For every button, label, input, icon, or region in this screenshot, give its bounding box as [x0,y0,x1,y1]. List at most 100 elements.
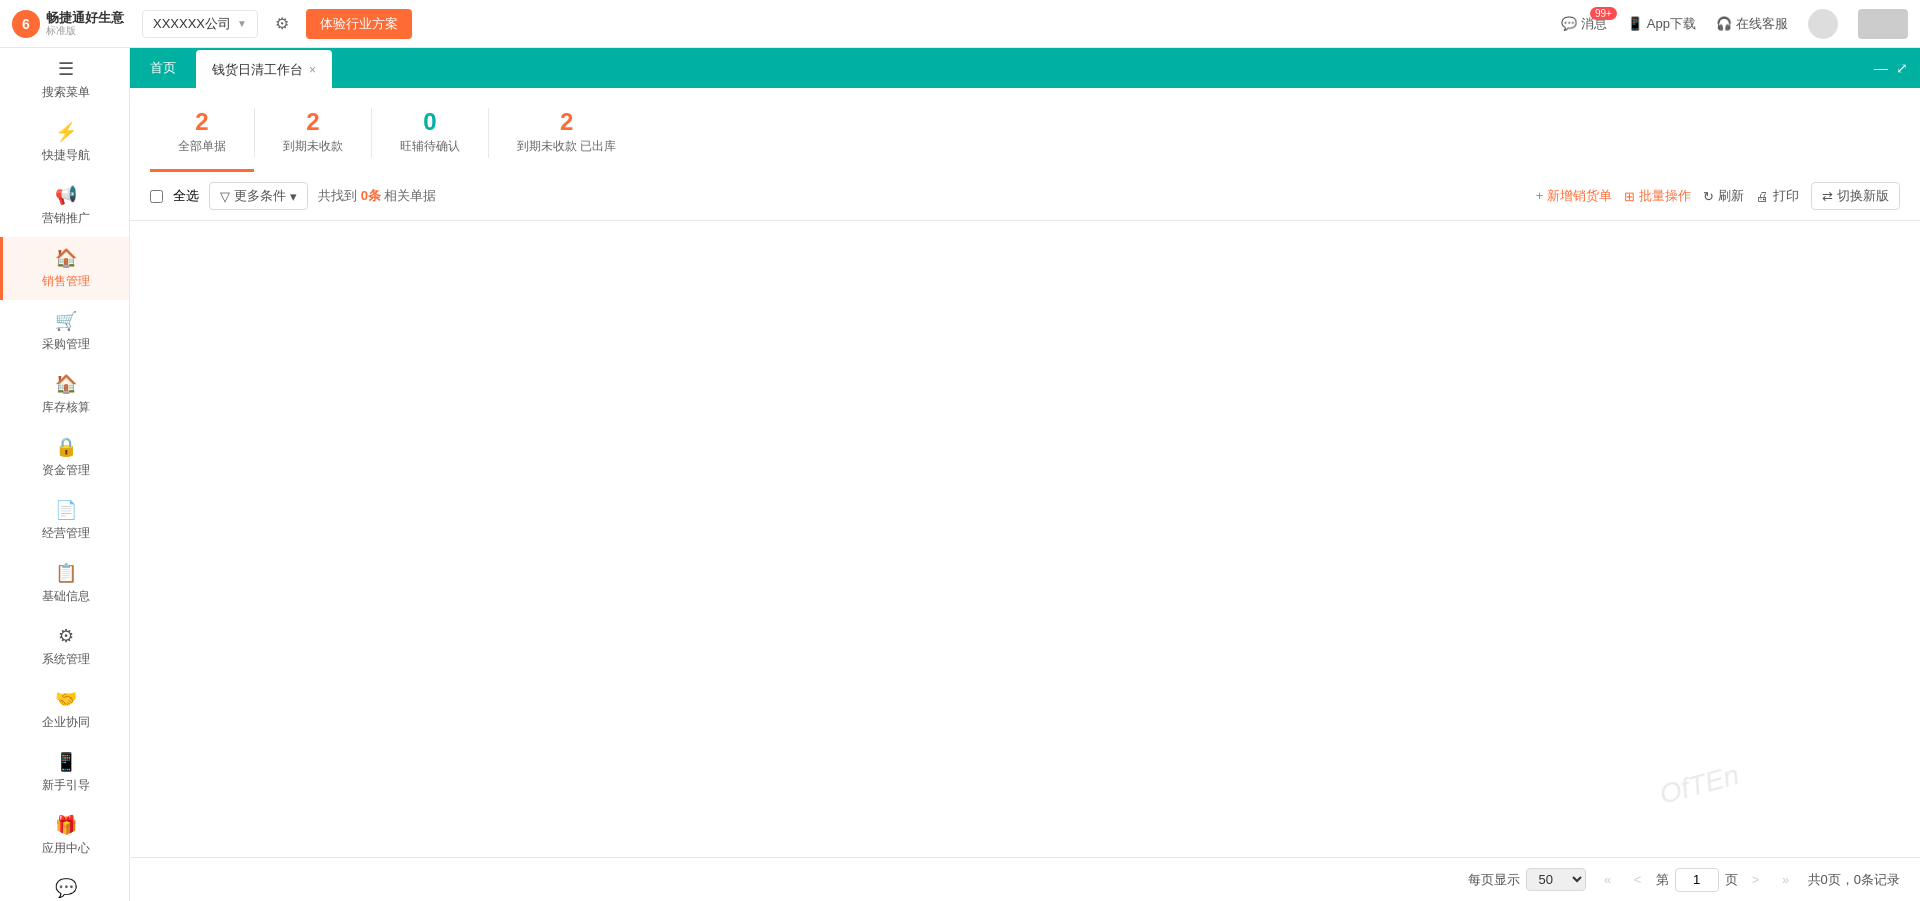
sidebar-item-marketing[interactable]: 📢 营销推广 [0,174,129,237]
refresh-icon: ↻ [1703,189,1714,204]
sidebar-item-enterprise-wechat[interactable]: 💬 企业微信 [0,867,129,901]
print-button[interactable]: 🖨 打印 [1756,187,1799,205]
sidebar-label-beginner-guide: 新手引导 [42,777,90,794]
new-order-button[interactable]: + 新增销货单 [1536,187,1612,205]
tab-minimize-button[interactable]: — [1874,60,1888,76]
filter-arrow-icon: ▾ [290,189,297,204]
online-service-icon: 🎧 [1716,16,1732,31]
sidebar-item-basic-info[interactable]: 📋 基础信息 [0,552,129,615]
capital-icon: 🔒 [55,436,77,458]
stat-tab-unshipped[interactable]: 2 到期未收款 已出库 [489,100,644,172]
logo-subtitle: 标准版 [46,25,124,37]
system-icon: ⚙ [58,625,74,647]
app-download-label: App下载 [1647,15,1696,33]
sidebar-item-inventory[interactable]: 🏠 库存核算 [0,363,129,426]
print-icon: 🖨 [1756,189,1769,204]
batch-operation-button[interactable]: ⊞ 批量操作 [1624,187,1691,205]
sidebar-item-enterprise-collab[interactable]: 🤝 企业协同 [0,678,129,741]
company-selector[interactable]: XXXXXX公司 ▼ [142,10,258,38]
sales-icon: 🏠 [55,247,77,269]
prev-page-button[interactable]: < [1626,868,1650,892]
experience-button[interactable]: 体验行业方案 [306,9,412,39]
sidebar-item-app-center[interactable]: 🎁 应用中心 [0,804,129,867]
page-label: 第 [1656,871,1669,889]
stat-tab-all[interactable]: 2 全部单据 [150,100,254,172]
sidebar-item-sales-mgmt[interactable]: 🏠 销售管理 [0,237,129,300]
page-size-select[interactable]: 10 20 50 100 [1526,868,1586,891]
logo-icon: 6 [12,10,40,38]
online-service-button[interactable]: 🎧 在线客服 [1716,15,1788,33]
page-input[interactable] [1675,868,1719,892]
next-page-button[interactable]: > [1744,868,1768,892]
batch-label: 批量操作 [1639,187,1691,205]
main-layout: ☰ 搜索菜单 ⚡ 快捷导航 📢 营销推广 🏠 销售管理 🛒 采购管理 🏠 库存核… [0,48,1920,901]
company-name: XXXXXX公司 [153,15,231,33]
pagination: « < 第 页 > » [1596,868,1798,892]
tab-home[interactable]: 首页 [130,48,196,88]
basic-info-icon: 📋 [55,562,77,584]
logo-area: 6 畅捷通好生意 标准版 [12,10,142,38]
refresh-button[interactable]: ↻ 刷新 [1703,187,1744,205]
sidebar: ☰ 搜索菜单 ⚡ 快捷导航 📢 营销推广 🏠 销售管理 🛒 采购管理 🏠 库存核… [0,48,130,901]
marketing-icon: 📢 [55,184,77,206]
all-orders-count: 2 [195,108,208,136]
page-content: 2 全部单据 2 到期未收款 0 旺辅待确认 2 到期未收款 已出库 [130,88,1920,901]
footer: 每页显示 10 20 50 100 « < 第 页 > » [130,857,1920,901]
page-size-label: 每页显示 [1468,871,1520,889]
switch-version-button[interactable]: ⇄ 切换新版 [1811,182,1900,210]
user-name[interactable] [1858,9,1908,39]
messages-button[interactable]: 💬 消息 99+ [1561,15,1607,33]
settings-icon: ⚙ [275,14,289,33]
select-all-checkbox[interactable] [150,190,163,203]
sidebar-item-capital-mgmt[interactable]: 🔒 资金管理 [0,426,129,489]
filter-button[interactable]: ▽ 更多条件 ▾ [209,182,308,210]
stat-tab-overdue[interactable]: 2 到期未收款 [255,100,371,172]
tab-maximize-button[interactable]: ⤢ [1896,60,1908,76]
found-count: 0条 [361,188,381,203]
inventory-icon: 🏠 [55,373,77,395]
sidebar-item-quick-nav[interactable]: ⚡ 快捷导航 [0,111,129,174]
tab-close-button[interactable]: × [309,63,316,77]
ops-icon: 📄 [55,499,77,521]
sidebar-label-app-center: 应用中心 [42,840,90,857]
header-right: 💬 消息 99+ 📱 App下载 🎧 在线客服 [1561,9,1908,39]
found-prefix: 共找到 [318,188,357,203]
all-orders-label: 全部单据 [178,138,226,155]
select-all-label: 全选 [173,187,199,205]
purchase-icon: 🛒 [55,310,77,332]
sidebar-item-beginner-guide[interactable]: 📱 新手引导 [0,741,129,804]
sidebar-item-system-mgmt[interactable]: ⚙ 系统管理 [0,615,129,678]
page-size-selector: 每页显示 10 20 50 100 [1468,868,1586,891]
tab-bar-actions: — ⤢ [1874,60,1920,76]
batch-icon: ⊞ [1624,189,1635,204]
logo-title: 畅捷通好生意 [46,10,124,26]
settings-button[interactable]: ⚙ [266,8,298,40]
top-header: 6 畅捷通好生意 标准版 XXXXXX公司 ▼ ⚙ 体验行业方案 💬 消息 99… [0,0,1920,48]
sidebar-item-ops-mgmt[interactable]: 📄 经营管理 [0,489,129,552]
stat-tab-wangpu[interactable]: 0 旺辅待确认 [372,100,488,172]
first-page-button[interactable]: « [1596,868,1620,892]
sidebar-item-purchase-mgmt[interactable]: 🛒 采购管理 [0,300,129,363]
sidebar-label-marketing: 营销推广 [42,210,90,227]
tab-active[interactable]: 钱货日清工作台 × [196,50,332,90]
sidebar-label-ops-mgmt: 经营管理 [42,525,90,542]
sidebar-label-enterprise-collab: 企业协同 [42,714,90,731]
app-download-icon: 📱 [1627,16,1643,31]
sidebar-item-search-menu[interactable]: ☰ 搜索菜单 [0,48,129,111]
page-suffix: 页 [1725,871,1738,889]
message-icon: 💬 [1561,16,1577,31]
beginner-guide-icon: 📱 [55,751,77,773]
wangpu-count: 0 [423,108,436,136]
logo-text: 畅捷通好生意 标准版 [46,10,124,38]
sidebar-label-quick-nav: 快捷导航 [42,147,90,164]
content-area: 首页 钱货日清工作台 × — ⤢ 2 全部单据 2 到期未收款 [130,48,1920,901]
last-page-button[interactable]: » [1774,868,1798,892]
switch-icon: ⇄ [1822,189,1833,204]
search-menu-icon: ☰ [58,58,74,80]
switch-label: 切换新版 [1837,187,1889,205]
wangpu-label: 旺辅待确认 [400,138,460,155]
sidebar-label-sales-mgmt: 销售管理 [42,273,90,290]
unshipped-count: 2 [560,108,573,136]
app-download-button[interactable]: 📱 App下载 [1627,15,1696,33]
avatar[interactable] [1808,9,1838,39]
